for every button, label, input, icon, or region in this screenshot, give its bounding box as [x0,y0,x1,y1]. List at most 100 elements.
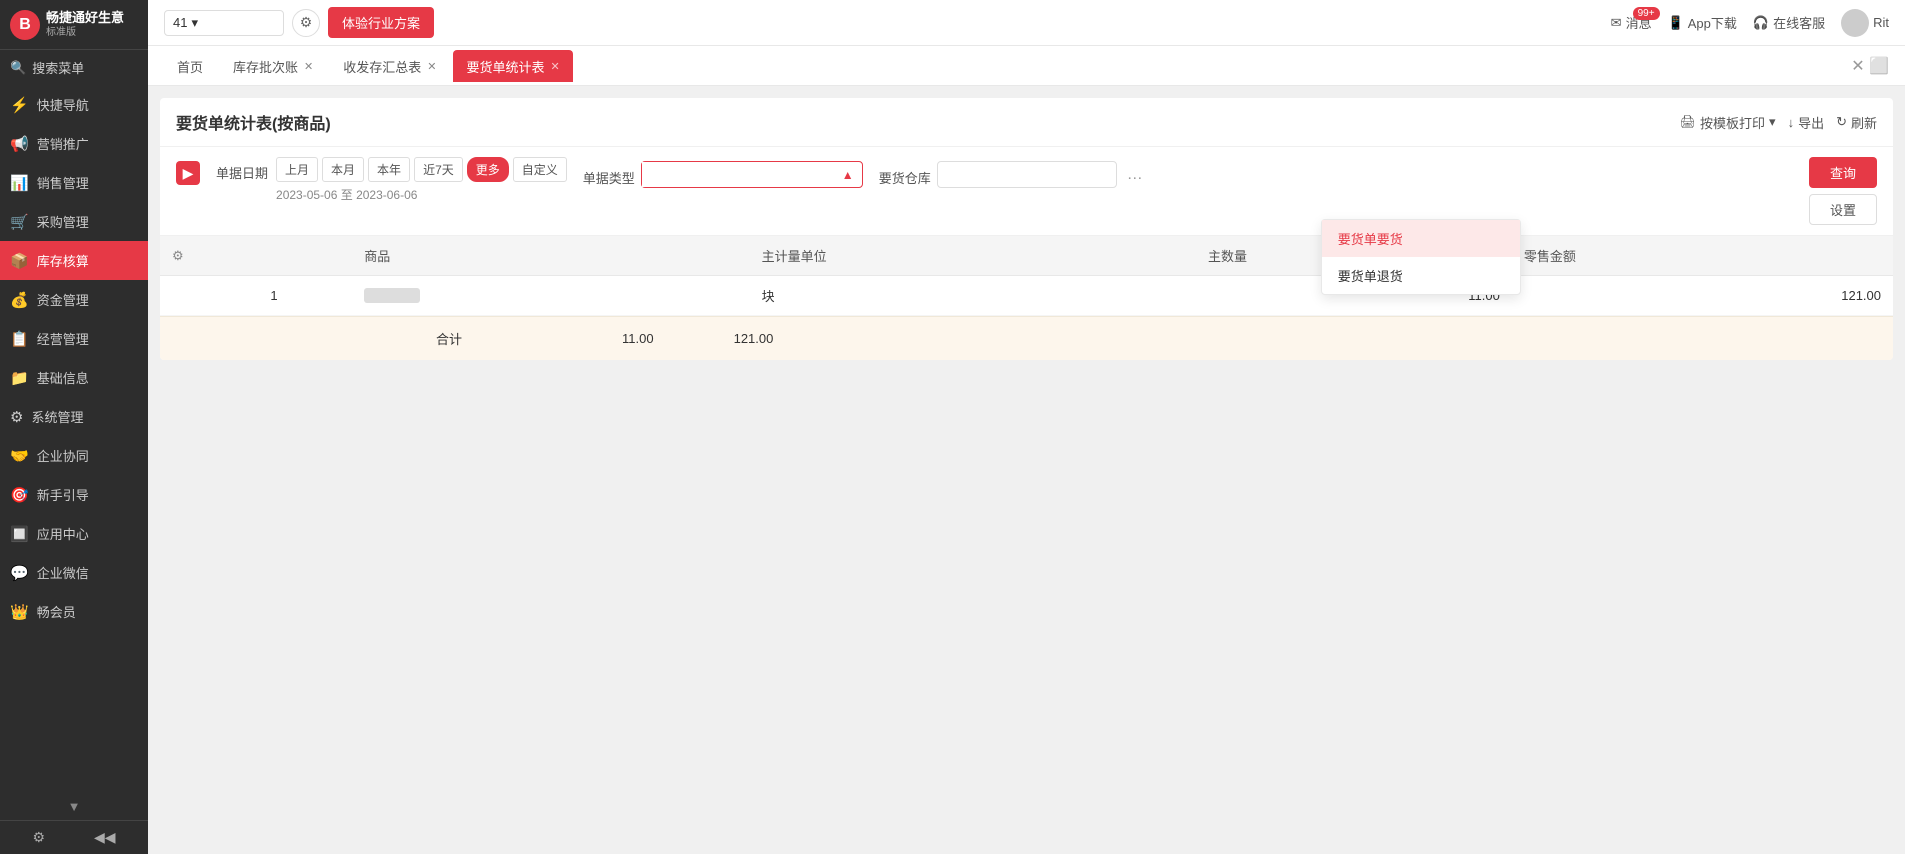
sidebar-item-wechat[interactable]: 💬企业微信 [0,553,148,592]
type-filter-label: 单据类型 [583,162,635,187]
topbar-left: 41 ▾ ⚙ 体验行业方案 [164,7,1601,38]
date-shortcut-本年[interactable]: 本年 [368,157,410,182]
sidebar-item-purchase[interactable]: 🛒采购管理 [0,202,148,241]
tab-bar: 首页库存批次账✕收发存汇总表✕要货单统计表✕ ✕ ⬜ [148,46,1905,86]
nav-icon-sales: 📊 [10,174,29,192]
page-actions: 🖨 按模板打印 ▾ ↓ 导出 ↻ 刷新 [1680,113,1878,132]
nav-icon-inventory: 📦 [10,252,29,270]
sidebar-item-enterprise[interactable]: 🤝企业协同 [0,436,148,475]
close-tab-batch-icon[interactable]: ✕ [304,60,313,73]
sidebar-item-marketing[interactable]: 📢营销推广 [0,124,148,163]
date-custom-button[interactable]: 自定义 [513,157,567,182]
print-button[interactable]: 🖨 按模板打印 ▾ [1680,113,1776,132]
tab-home[interactable]: 首页 [164,50,216,82]
refresh-icon: ↻ [1836,114,1847,130]
main-area: 41 ▾ ⚙ 体验行业方案 ✉ 消息 99+ 📱 App下载 🎧 在线客服 R [148,0,1905,854]
warehouse-filter-group: 要货仓库 … [879,161,1793,188]
chevron-down-icon: ▾ [191,15,198,31]
sidebar-item-system[interactable]: ⚙系统管理 [0,397,148,436]
type-dropdown-arrow[interactable]: ▲ [834,164,862,186]
sidebar-item-quick-nav[interactable]: ⚡快捷导航 [0,85,148,124]
tab-batch[interactable]: 库存批次账✕ [220,50,326,82]
table-container: ⚙ 商品 主计量单位 主数量 零售金额 1 ██████ 块 11.00 121… [160,236,1893,316]
headset-icon: 🎧 [1753,15,1769,31]
dropdown-item-要货单退货[interactable]: 要货单退货 [1322,257,1520,294]
user-avatar-button[interactable]: Rit [1841,9,1889,37]
sidebar-item-finance[interactable]: 💰资金管理 [0,280,148,319]
date-shortcut-buttons: 上月本月本年近7天更多自定义 [276,157,567,182]
column-amount: 零售金额 [1512,236,1893,276]
column-settings[interactable]: ⚙ [160,236,196,276]
filter-settings-button[interactable]: 设置 [1809,194,1877,225]
footer-label: 合计 [436,329,462,348]
filter-action-buttons: 查询 设置 [1809,157,1877,225]
warehouse-input-field[interactable] [937,161,1117,188]
sidebar-bottom: ⚙ ◀◀ [0,820,148,854]
trial-button[interactable]: 体验行业方案 [328,7,434,38]
nav-icon-guide: 🎯 [10,486,29,504]
tab-receipts[interactable]: 收发存汇总表✕ [330,50,449,82]
topbar-gear-button[interactable]: ⚙ [292,9,320,37]
tab-order-stats[interactable]: 要货单统计表✕ [453,50,572,82]
logo-icon: B [10,10,40,40]
nav-icon-enterprise: 🤝 [10,447,29,465]
sidebar-item-inventory[interactable]: 📦库存核算 [0,241,148,280]
column-unit: 主计量单位 [750,236,1196,276]
close-all-tabs-button[interactable]: ✕ ⬜ [1851,56,1889,76]
date-filter-label: 单据日期 [216,157,268,182]
type-select-container: ▲ 要货单要货要货单退货 [641,161,863,188]
type-filter-group: 单据类型 ▲ 要货单要货要货单退货 [583,161,863,188]
sidebar-item-appstore[interactable]: 🔲应用中心 [0,514,148,553]
content-area: 要货单统计表(按商品) 🖨 按模板打印 ▾ ↓ 导出 ↻ 刷新 [148,86,1905,854]
refresh-button[interactable]: ↻ 刷新 [1836,113,1877,132]
date-shortcut-近7天[interactable]: 近7天 [414,157,463,182]
column-product: 商品 [352,236,749,276]
data-table: ⚙ 商品 主计量单位 主数量 零售金额 1 ██████ 块 11.00 121… [160,236,1893,316]
sidebar-item-operation[interactable]: 📋经营管理 [0,319,148,358]
filter-expand-button[interactable]: ▶ [176,161,200,185]
date-shortcuts: 上月本月本年近7天更多自定义 2023-05-06 至 2023-06-06 [276,157,567,203]
sidebar-collapse-btn[interactable]: ◀◀ [94,829,116,846]
print-icon: 🖨 [1680,114,1697,130]
type-input-field[interactable] [642,162,834,187]
row-product: ██████ [352,276,749,316]
footer-qty: 11.00 [622,331,654,346]
date-shortcut-本月[interactable]: 本月 [322,157,364,182]
logo-text: 畅捷通好生意 标准版 [46,10,124,40]
date-more-button[interactable]: 更多 [467,157,509,182]
nav-icon-marketing: 📢 [10,135,29,153]
date-shortcut-上月[interactable]: 上月 [276,157,318,182]
sidebar-nav: ⚡快捷导航📢营销推广📊销售管理🛒采购管理📦库存核算💰资金管理📋经营管理📁基础信息… [0,85,148,793]
export-button[interactable]: ↓ 导出 [1788,113,1825,132]
page-title: 要货单统计表(按商品) [176,110,331,134]
company-selector[interactable]: 41 ▾ [164,10,284,36]
sidebar-settings-btn[interactable]: ⚙ [32,829,45,846]
user-avatar [1841,9,1869,37]
sidebar-item-guide[interactable]: 🎯新手引导 [0,475,148,514]
messages-button[interactable]: ✉ 消息 99+ [1611,13,1652,32]
online-service-button[interactable]: 🎧 在线客服 [1753,13,1825,32]
sidebar-search[interactable]: 🔍 搜索菜单 [0,50,148,85]
print-chevron-icon: ▾ [1769,114,1776,130]
sidebar-item-sales[interactable]: 📊销售管理 [0,163,148,202]
phone-icon: 📱 [1668,15,1684,31]
messages-badge: 99+ [1633,7,1660,20]
sidebar-item-basic[interactable]: 📁基础信息 [0,358,148,397]
sidebar-item-member[interactable]: 👑畅会员 [0,592,148,631]
close-tab-order-stats-icon[interactable]: ✕ [551,60,560,73]
warehouse-more-button[interactable]: … [1123,166,1147,184]
query-button[interactable]: 查询 [1809,157,1877,188]
nav-icon-system: ⚙ [10,408,23,426]
topbar: 41 ▾ ⚙ 体验行业方案 ✉ 消息 99+ 📱 App下载 🎧 在线客服 R [148,0,1905,46]
topbar-right: ✉ 消息 99+ 📱 App下载 🎧 在线客服 Rit [1611,9,1889,37]
type-input-wrapper[interactable]: ▲ [641,161,863,188]
row-amount: 121.00 [1512,276,1893,316]
sidebar-logo: B 畅捷通好生意 标准版 [0,0,148,50]
sidebar-scroll-down[interactable]: ▼ [0,793,148,820]
row-index: 1 [196,276,353,316]
row-settings [160,276,196,316]
date-filter-group: 单据日期 上月本月本年近7天更多自定义 2023-05-06 至 2023-06… [216,157,567,203]
dropdown-item-要货单要货[interactable]: 要货单要货 [1322,220,1520,257]
app-download-button[interactable]: 📱 App下载 [1668,13,1737,32]
close-tab-receipts-icon[interactable]: ✕ [427,60,436,73]
